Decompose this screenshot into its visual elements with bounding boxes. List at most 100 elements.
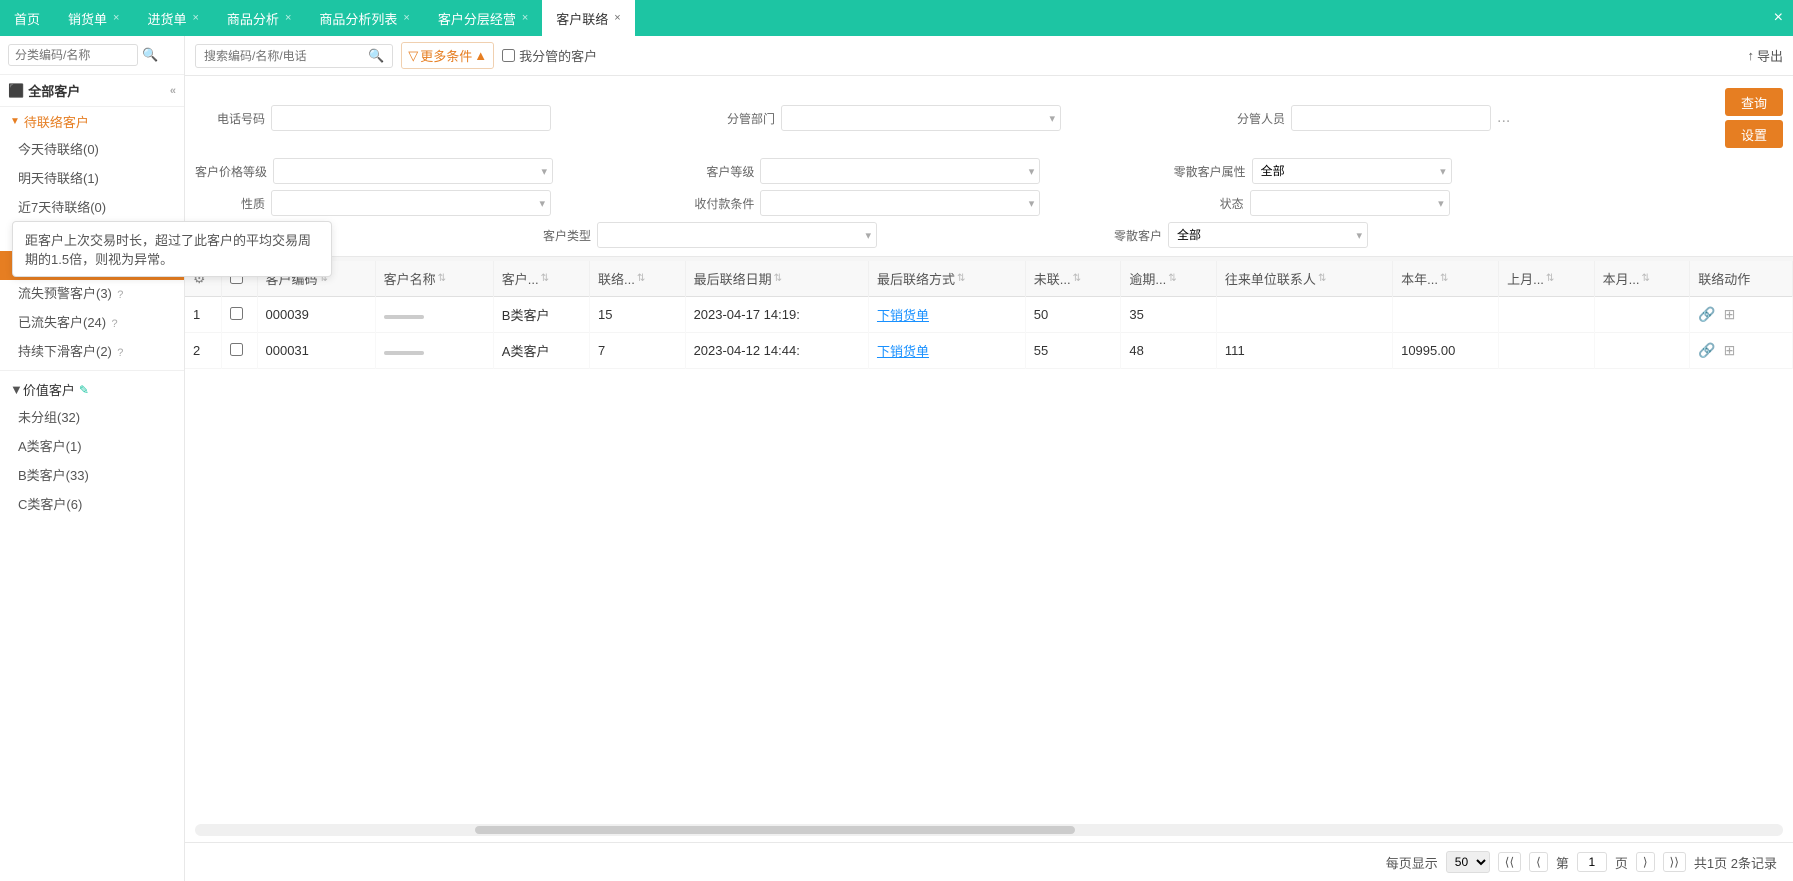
next-page-button[interactable]: ⟩ xyxy=(1636,852,1655,872)
tab-product-analysis[interactable]: 商品分析 × xyxy=(213,0,305,36)
more-conditions-button[interactable]: ▽ 更多条件 ▲ xyxy=(401,42,494,69)
row1-last-month xyxy=(1499,297,1595,333)
tab-customer-segment[interactable]: 客户分层经营 × xyxy=(424,0,542,36)
my-customers-checkbox[interactable] xyxy=(502,49,515,62)
sidebar-item-class-a[interactable]: A类客户(1) xyxy=(0,433,184,462)
col-unit-contact-label: 往来单位联系人 xyxy=(1225,269,1316,288)
tab-home-label: 首页 xyxy=(14,9,40,28)
row2-last-method-link[interactable]: 下销货单 xyxy=(877,344,929,359)
export-button[interactable]: ↑ 导出 xyxy=(1747,46,1783,65)
row2-grid-icon[interactable]: ⊞ xyxy=(1724,342,1736,359)
scatter-customer-select[interactable]: 全部 xyxy=(1168,222,1368,248)
nature-select[interactable] xyxy=(271,190,551,216)
dept-select[interactable] xyxy=(781,105,1061,131)
customer-type-select[interactable] xyxy=(597,222,877,248)
tab-customer-contact[interactable]: 客户联络 × xyxy=(542,0,634,36)
sidebar-section-value-customers[interactable]: ▼ 价值客户 ✎ xyxy=(0,375,184,404)
manager-dots-button[interactable]: ... xyxy=(1497,109,1510,127)
col-category-sort[interactable]: 客户...⇅ xyxy=(502,269,549,288)
scatter-attr-select[interactable]: 全部 xyxy=(1252,158,1452,184)
sidebar-item-churn-warning[interactable]: 流失预警客户(3) ? xyxy=(0,280,184,309)
filter-cell-scatter-attr: 零散客户属性 全部 xyxy=(1174,158,1657,184)
row1-checkbox[interactable] xyxy=(230,307,243,320)
page-number-input[interactable]: 1 xyxy=(1577,852,1607,872)
row2-last-date: 2023-04-12 14:44: xyxy=(685,333,868,369)
filter-search-input[interactable] xyxy=(204,49,364,63)
per-page-select[interactable]: 50 xyxy=(1446,851,1490,873)
tab-sales[interactable]: 销货单 × xyxy=(54,0,133,36)
row1-link-icon[interactable]: 🔗 xyxy=(1698,306,1715,323)
sidebar-item-class-b[interactable]: B类客户(33) xyxy=(0,462,184,491)
price-level-select[interactable] xyxy=(273,158,553,184)
sort-icon-4: ⇅ xyxy=(637,273,645,284)
col-name-sort[interactable]: 客户名称⇅ xyxy=(384,269,446,288)
sort-icon-8: ⇅ xyxy=(1168,273,1176,284)
tab-sales-close[interactable]: × xyxy=(113,12,119,24)
sidebar-search-input[interactable] xyxy=(8,44,138,66)
row1-last-method-link[interactable]: 下销货单 xyxy=(877,308,929,323)
col-this-month: 本月...⇅ xyxy=(1594,261,1690,297)
customer-table: ⚙ 客户编码⇅ 客户名称⇅ 客户...⇅ 联络...⇅ 最后联络日期⇅ 最后联络… xyxy=(185,261,1793,369)
prev-page-button[interactable]: ⟨ xyxy=(1529,852,1548,872)
sidebar-item-7day-contact[interactable]: 近7天待联络(0) xyxy=(0,194,184,223)
col-this-month-label: 本月... xyxy=(1603,269,1640,288)
col-this-month-sort[interactable]: 本月...⇅ xyxy=(1603,269,1650,288)
sidebar-item-class-c[interactable]: C类客户(6) xyxy=(0,491,184,520)
top-navigation: 首页 销货单 × 进货单 × 商品分析 × 商品分析列表 × 客户分层经营 × … xyxy=(0,0,1793,36)
scatter-attr-label: 零散客户属性 xyxy=(1174,163,1246,180)
payment-select[interactable] xyxy=(760,190,1040,216)
row1-grid-icon[interactable]: ⊞ xyxy=(1724,306,1736,323)
sidebar-item-tomorrow-contact-label: 明天待联络(1) xyxy=(18,171,99,186)
horizontal-scrollbar[interactable] xyxy=(195,824,1783,836)
row2-unit-contact: 111 xyxy=(1216,333,1392,369)
sidebar-section-pending-contact[interactable]: ▼ 待联络客户 xyxy=(0,107,184,136)
col-last-date-sort[interactable]: 最后联络日期⇅ xyxy=(694,269,782,288)
tab-home[interactable]: 首页 xyxy=(0,0,54,36)
row2-checkbox[interactable] xyxy=(230,343,243,356)
settings-button[interactable]: 设置 xyxy=(1725,120,1783,148)
tab-product-analysis-close[interactable]: × xyxy=(285,12,291,24)
col-this-year-sort[interactable]: 本年...⇅ xyxy=(1401,269,1448,288)
tab-purchase[interactable]: 进货单 × xyxy=(133,0,212,36)
col-uncontact-sort[interactable]: 未联...⇅ xyxy=(1034,269,1081,288)
sidebar-item-lost-customers[interactable]: 已流失客户(24) ? xyxy=(0,309,184,338)
tab-product-list-close[interactable]: × xyxy=(403,12,409,24)
close-all-tabs-button[interactable]: × xyxy=(1774,9,1783,27)
sidebar-collapse-button[interactable]: « xyxy=(170,85,176,97)
first-page-button[interactable]: ⟨⟨ xyxy=(1498,852,1521,872)
row2-overdue: 48 xyxy=(1121,333,1217,369)
tab-customer-segment-close[interactable]: × xyxy=(522,12,528,24)
filter-row-1: 电话号码 分管部门 分管人员 ... 查询 设置 xyxy=(195,84,1783,152)
sort-icon-6: ⇅ xyxy=(957,273,965,284)
sidebar-item-declining-customers[interactable]: 持续下滑客户(2) ? xyxy=(0,338,184,367)
sidebar-item-ungrouped[interactable]: 未分组(32) xyxy=(0,404,184,433)
col-name: 客户名称⇅ xyxy=(375,261,493,297)
col-overdue-sort[interactable]: 逾期...⇅ xyxy=(1129,269,1176,288)
col-contact-count-sort[interactable]: 联络...⇅ xyxy=(598,269,645,288)
edit-icon[interactable]: ✎ xyxy=(79,383,89,397)
col-last-method-sort[interactable]: 最后联络方式⇅ xyxy=(877,269,965,288)
col-last-month-sort[interactable]: 上月...⇅ xyxy=(1507,269,1554,288)
status-select[interactable] xyxy=(1250,190,1450,216)
filter-search-icon[interactable]: 🔍 xyxy=(368,48,384,64)
query-button[interactable]: 查询 xyxy=(1725,88,1783,116)
col-unit-contact-sort[interactable]: 往来单位联系人⇅ xyxy=(1225,269,1326,288)
tab-customer-contact-close[interactable]: × xyxy=(614,12,620,24)
col-this-year-label: 本年... xyxy=(1401,269,1438,288)
sidebar-search-icon[interactable]: 🔍 xyxy=(142,47,158,63)
col-overdue-label: 逾期... xyxy=(1129,269,1166,288)
phone-input[interactable] xyxy=(271,105,551,131)
sidebar-item-today-contact[interactable]: 今天待联络(0) xyxy=(0,136,184,165)
manager-input[interactable] xyxy=(1291,105,1491,131)
row2-link-icon[interactable]: 🔗 xyxy=(1698,342,1715,359)
table-row: 1 000039 B类客户 15 2023-04-17 14:19: 下销货单 … xyxy=(185,297,1793,333)
sidebar-item-tomorrow-contact[interactable]: 明天待联络(1) xyxy=(0,165,184,194)
row1-this-month xyxy=(1594,297,1690,333)
row1-uncontact: 50 xyxy=(1025,297,1121,333)
tab-purchase-close[interactable]: × xyxy=(192,12,198,24)
customer-level-select[interactable] xyxy=(760,158,1040,184)
row2-contact-count: 7 xyxy=(590,333,686,369)
last-page-button[interactable]: ⟩⟩ xyxy=(1663,852,1686,872)
tab-product-list[interactable]: 商品分析列表 × xyxy=(305,0,423,36)
sidebar-item-class-b-label: B类客户(33) xyxy=(18,468,89,483)
